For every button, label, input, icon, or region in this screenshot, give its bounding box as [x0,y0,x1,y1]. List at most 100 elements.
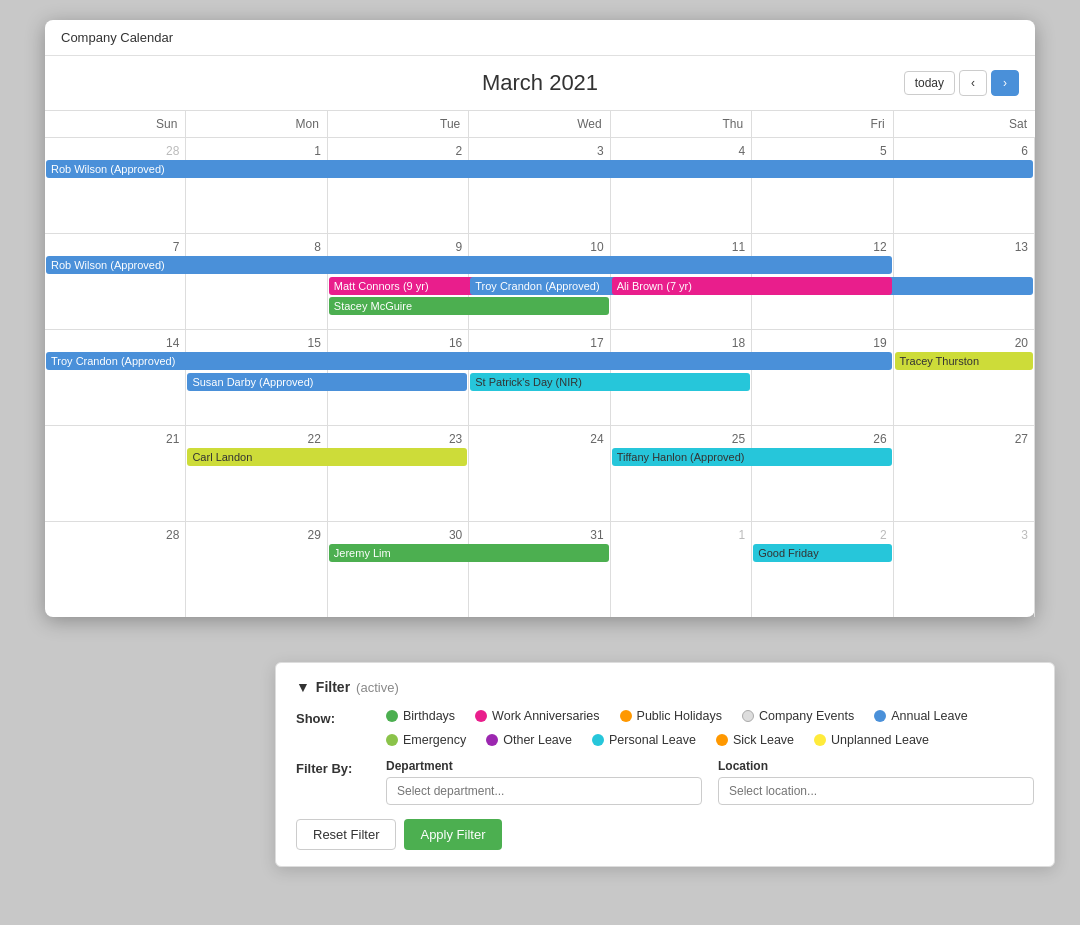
show-option-label: Birthdays [403,709,455,723]
calendar-cell[interactable]: 23 [328,426,469,521]
calendar-cell[interactable]: 25 [611,426,752,521]
calendar-cell[interactable]: 3 [469,138,610,233]
event-bar[interactable]: Ali Brown (7 yr) [612,277,892,295]
show-option-label: Work Anniversaries [492,709,599,723]
show-option-emergency[interactable]: Emergency [386,733,466,747]
department-input[interactable] [386,777,702,805]
calendar-cell[interactable]: 1 [186,138,327,233]
day-number: 29 [190,526,322,546]
calendar-title: March 2021 [482,70,598,96]
calendar-cell[interactable]: 20 [894,330,1035,425]
calendar-cell[interactable]: 28 [45,522,186,617]
day-number: 11 [615,238,747,258]
filter-panel: ▼ Filter (active) Show: BirthdaysWork An… [275,662,1055,867]
event-bar[interactable]: Carl Landon [187,448,467,466]
color-dot [475,710,487,722]
calendar-cell[interactable]: 31 [469,522,610,617]
show-option-label: Emergency [403,733,466,747]
show-option-unplanned-leave[interactable]: Unplanned Leave [814,733,929,747]
calendar-cell[interactable]: 2 [328,138,469,233]
today-button[interactable]: today [904,71,955,95]
show-option-sick-leave[interactable]: Sick Leave [716,733,794,747]
show-option-label: Other Leave [503,733,572,747]
filter-icon: ▼ [296,679,310,695]
calendar-cell[interactable]: 5 [752,138,893,233]
header-fri: Fri [752,111,893,137]
calendar-grid: Sun Mon Tue Wed Thu Fri Sat 28123456Rob … [45,110,1035,617]
next-button[interactable]: › [991,70,1019,96]
reset-filter-button[interactable]: Reset Filter [296,819,396,850]
calendar-cell[interactable]: 28 [45,138,186,233]
event-bar[interactable]: Good Friday [753,544,891,562]
show-option-personal-leave[interactable]: Personal Leave [592,733,696,747]
calendar-cell[interactable]: 22 [186,426,327,521]
event-bar[interactable]: Tiffany Hanlon (Approved) [612,448,892,466]
calendar-cell[interactable]: 21 [45,426,186,521]
window-title: Company Calendar [61,30,173,45]
day-number: 16 [332,334,464,354]
day-number: 6 [898,142,1030,162]
day-number: 26 [756,430,888,450]
day-number: 9 [332,238,464,258]
color-dot [716,734,728,746]
filter-fields: Department Location [386,759,1034,805]
color-dot [620,710,632,722]
show-option-other-leave[interactable]: Other Leave [486,733,572,747]
calendar-cell[interactable]: 30 [328,522,469,617]
event-bar[interactable]: Troy Crandon (Approved) [46,352,892,370]
calendar-rows: 28123456Rob Wilson (Approved)78910111213… [45,138,1035,617]
header-wed: Wed [469,111,610,137]
header-mon: Mon [186,111,327,137]
calendar-cell[interactable]: 4 [611,138,752,233]
department-label: Department [386,759,702,773]
main-window: Company Calendar March 2021 today ‹ › Su… [45,20,1035,617]
calendar-cell[interactable]: 7 [45,234,186,329]
event-bar[interactable]: Susan Darby (Approved) [187,373,467,391]
event-bar[interactable]: Tracey Thurston [895,352,1033,370]
prev-button[interactable]: ‹ [959,70,987,96]
calendar-cell[interactable]: 3 [894,522,1035,617]
calendar-cell[interactable]: 27 [894,426,1035,521]
show-option-work-anniversaries[interactable]: Work Anniversaries [475,709,599,723]
location-field: Location [718,759,1034,805]
day-number: 3 [473,142,605,162]
event-bar[interactable]: Jeremy Lim [329,544,609,562]
show-option-company-events[interactable]: Company Events [742,709,854,723]
location-input[interactable] [718,777,1034,805]
day-number: 20 [898,334,1030,354]
show-option-public-holidays[interactable]: Public Holidays [620,709,722,723]
event-bar[interactable]: Rob Wilson (Approved) [46,160,1033,178]
calendar-cell[interactable]: 24 [469,426,610,521]
calendar-row-2: 14151617181920Troy Crandon (Approved)Sus… [45,330,1035,426]
show-label: Show: [296,709,386,726]
calendar-row-4: 2829 3031123 Jeremy Lim Good Friday [45,522,1035,617]
day-number: 23 [332,430,464,450]
calendar-cell[interactable]: 6 [894,138,1035,233]
color-dot [592,734,604,746]
day-number: 2 [756,526,888,546]
event-bar[interactable]: Rob Wilson (Approved) [46,256,892,274]
calendar-cell[interactable]: 8 [186,234,327,329]
show-options: Birthdays Work Anniversaries Public Holida… [386,709,1034,747]
calendar-cell[interactable]: 14 [45,330,186,425]
day-number: 14 [49,334,181,354]
event-bar[interactable]: St Patrick's Day (NIR) [470,373,750,391]
show-option-birthdays[interactable]: Birthdays [386,709,455,723]
calendar-cell[interactable]: 29 [186,522,327,617]
color-dot [814,734,826,746]
calendar-cell[interactable]: 2 [752,522,893,617]
color-dot [386,710,398,722]
event-bar[interactable]: Stacey McGuire [329,297,609,315]
day-number: 3 [898,526,1030,546]
calendar-row-0: 28123456Rob Wilson (Approved) [45,138,1035,234]
calendar-cell[interactable]: 19 [752,330,893,425]
calendar-row-1: 78910111213Rob Wilson (Approved)Matt Con… [45,234,1035,330]
day-number: 13 [898,238,1030,258]
day-number: 12 [756,238,888,258]
show-option-annual-leave[interactable]: Annual Leave [874,709,967,723]
calendar-cell[interactable]: 26 [752,426,893,521]
calendar-cell[interactable]: 1 [611,522,752,617]
day-number: 7 [49,238,181,258]
apply-filter-button[interactable]: Apply Filter [404,819,501,850]
show-option-label: Company Events [759,709,854,723]
